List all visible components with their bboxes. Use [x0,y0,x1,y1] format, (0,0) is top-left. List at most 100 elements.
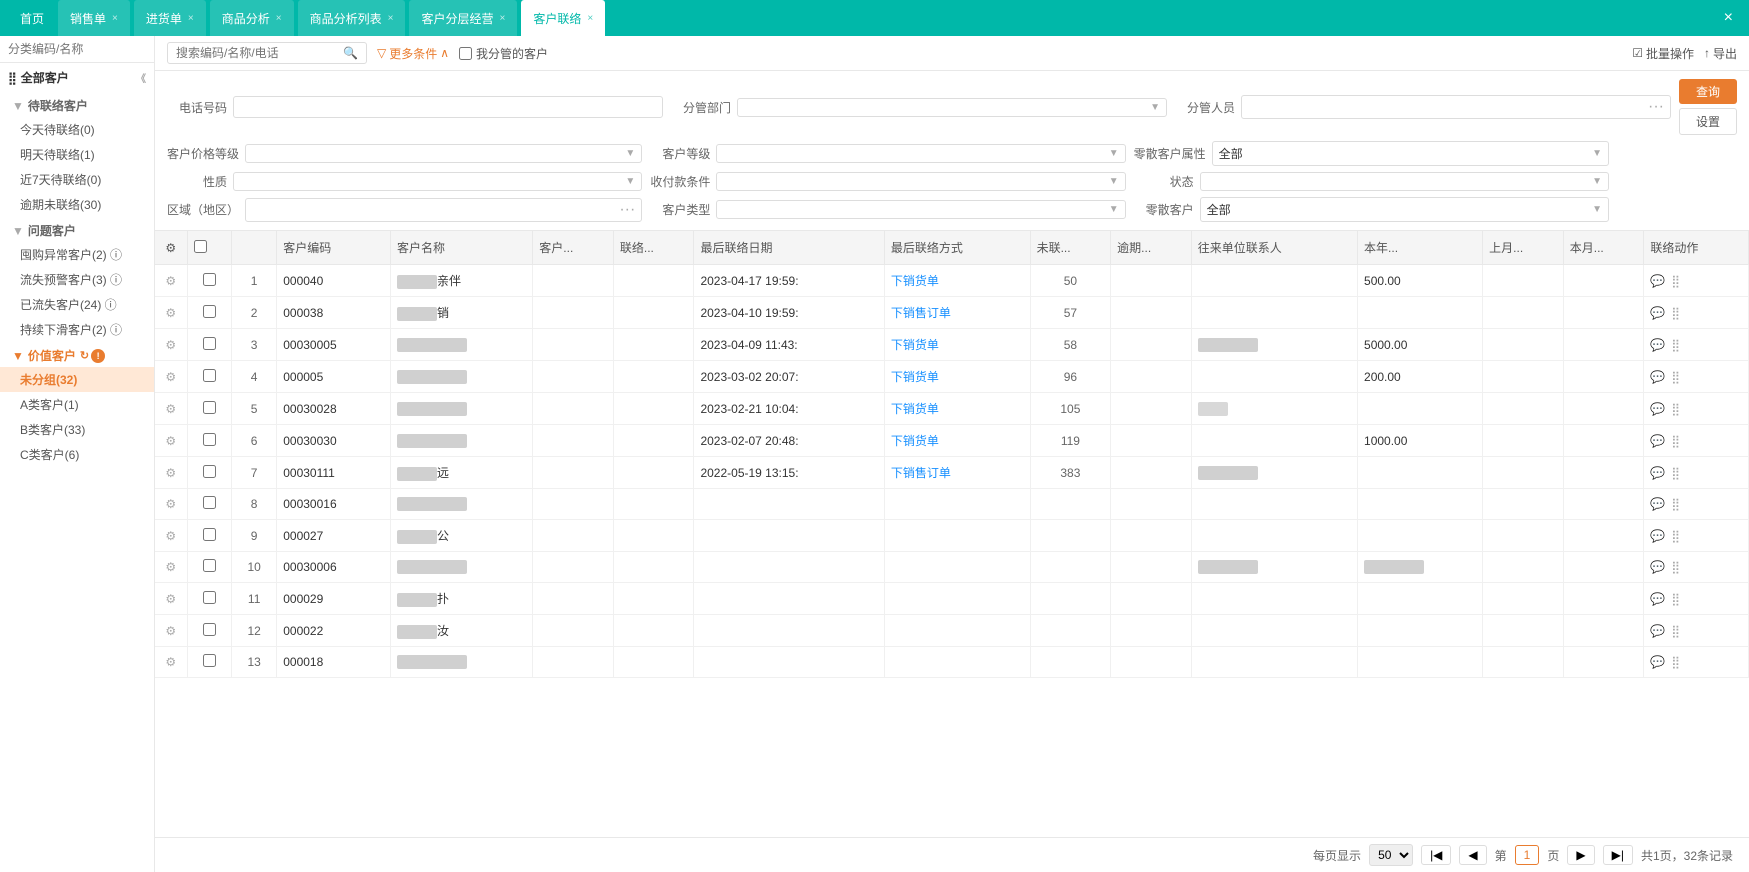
nav-home[interactable]: 首页 [8,0,56,36]
nav-tab-customer-mgmt[interactable]: 客户分层经营 × [409,0,517,36]
cell-checkbox[interactable] [187,552,232,583]
cell-action[interactable]: 💬 ⣿ [1644,265,1749,297]
select-all-checkbox[interactable] [194,240,207,253]
tab-close-purchase[interactable]: × [188,13,194,24]
chat-icon[interactable]: 💬 [1650,529,1665,543]
row-checkbox[interactable] [203,401,216,414]
chat-icon[interactable]: 💬 [1650,655,1665,669]
reset-button[interactable]: 设置 [1679,108,1737,135]
cell-checkbox[interactable] [187,297,232,329]
cell-action[interactable]: 💬 ⣿ [1644,329,1749,361]
row-checkbox[interactable] [203,337,216,350]
cell-gear[interactable]: ⚙ [155,615,187,647]
row-checkbox[interactable] [203,305,216,318]
grid-action-icon[interactable]: ⣿ [1671,497,1680,511]
grid-action-icon[interactable]: ⣿ [1671,274,1680,288]
col-code[interactable]: 客户编码 [277,231,391,265]
cell-gear[interactable]: ⚙ [155,425,187,457]
cell-last-method[interactable]: 下销货单 [884,361,1030,393]
row-checkbox[interactable] [203,273,216,286]
sidebar-group-pending[interactable]: ▼ 待联络客户 [0,92,154,117]
cell-last-method[interactable]: 下销货单 [884,393,1030,425]
prev-page-btn[interactable]: ◀ [1459,845,1486,865]
row-checkbox[interactable] [203,465,216,478]
cell-checkbox[interactable] [187,489,232,520]
cell-last-method[interactable] [884,647,1030,678]
phone-input[interactable] [233,96,663,118]
grid-action-icon[interactable]: ⣿ [1671,624,1680,638]
cell-last-method[interactable] [884,520,1030,552]
tab-close-sales[interactable]: × [112,13,118,24]
cell-last-method[interactable]: 下销售订单 [884,457,1030,489]
query-button[interactable]: 查询 [1679,79,1737,104]
cell-checkbox[interactable] [187,520,232,552]
last-page-btn[interactable]: ▶| [1603,845,1633,865]
cell-checkbox[interactable] [187,361,232,393]
cell-action[interactable]: 💬 ⣿ [1644,583,1749,615]
row-checkbox[interactable] [203,559,216,572]
col-not-contacted[interactable]: 未联... [1030,231,1111,265]
cell-checkbox[interactable] [187,265,232,297]
nav-tab-customer-contact[interactable]: 客户联络 × [521,0,605,36]
method-link[interactable]: 下销货单 [891,370,939,384]
row-checkbox[interactable] [203,654,216,667]
col-name[interactable]: 客户名称 [391,231,533,265]
my-customers-checkbox[interactable]: 我分管的客户 [459,45,548,62]
method-link[interactable]: 下销货单 [891,402,939,416]
cell-last-method[interactable]: 下销货单 [884,265,1030,297]
cell-action[interactable]: 💬 ⣿ [1644,361,1749,393]
sidebar-item-today[interactable]: 今天待联络(0) [0,117,154,142]
nav-tab-purchase[interactable]: 进货单 × [134,0,206,36]
cell-action[interactable]: 💬 ⣿ [1644,615,1749,647]
col-last-month[interactable]: 上月... [1483,231,1564,265]
method-link[interactable]: 下销售订单 [891,466,951,480]
region-more[interactable]: ··· [619,202,635,218]
sidebar-item-declining[interactable]: 持续下滑客户(2) ⓘ [0,317,154,342]
cell-checkbox[interactable] [187,329,232,361]
col-last-date[interactable]: 最后联络日期 [694,231,884,265]
col-type[interactable]: 客户... [533,231,614,265]
col-current-year[interactable]: 本年... [1358,231,1483,265]
col-contact[interactable]: 联络... [613,231,694,265]
sidebar-item-7days[interactable]: 近7天待联络(0) [0,167,154,192]
row-checkbox[interactable] [203,496,216,509]
customer-type-select[interactable]: ▼ [716,200,1125,219]
chat-icon[interactable]: 💬 [1650,434,1665,448]
nav-tab-analysis[interactable]: 商品分析 × [210,0,294,36]
sidebar-item-class-c[interactable]: C类客户(6) [0,442,154,467]
sidebar-all-customers[interactable]: ⣿ 全部客户 《 [0,63,154,92]
dept-select[interactable]: ▼ [737,98,1167,117]
grid-action-icon[interactable]: ⣿ [1671,370,1680,384]
cell-checkbox[interactable] [187,457,232,489]
row-checkbox[interactable] [203,369,216,382]
chat-icon[interactable]: 💬 [1650,370,1665,384]
col-company-contact[interactable]: 往来单位联系人 [1191,231,1357,265]
cell-action[interactable]: 💬 ⣿ [1644,297,1749,329]
cell-gear[interactable]: ⚙ [155,329,187,361]
batch-operation-btn[interactable]: ☑ 批量操作 [1632,45,1694,62]
col-action[interactable]: 联络动作 [1644,231,1749,265]
cell-gear[interactable]: ⚙ [155,361,187,393]
sidebar-item-tomorrow[interactable]: 明天待联络(1) [0,142,154,167]
sidebar-item-ungrouped[interactable]: 未分组(32) [0,367,154,392]
more-conditions-btn[interactable]: ▽ 更多条件 ∧ [377,45,449,62]
cell-checkbox[interactable] [187,425,232,457]
cell-action[interactable]: 💬 ⣿ [1644,393,1749,425]
next-page-btn[interactable]: ▶ [1567,845,1594,865]
chat-icon[interactable]: 💬 [1650,274,1665,288]
method-link[interactable]: 下销货单 [891,434,939,448]
grid-action-icon[interactable]: ⣿ [1671,466,1680,480]
payment-select[interactable]: ▼ [716,172,1125,191]
sidebar-item-class-b[interactable]: B类客户(33) [0,417,154,442]
cell-checkbox[interactable] [187,393,232,425]
cell-action[interactable]: 💬 ⣿ [1644,552,1749,583]
tab-close-analysis-list[interactable]: × [388,13,394,24]
customer-level-select[interactable]: ▼ [716,144,1125,163]
cell-action[interactable]: 💬 ⣿ [1644,457,1749,489]
cell-gear[interactable]: ⚙ [155,583,187,615]
chat-icon[interactable]: 💬 [1650,338,1665,352]
sidebar-item-churned[interactable]: 已流失客户(24) ⓘ [0,292,154,317]
chat-icon[interactable]: 💬 [1650,560,1665,574]
price-level-select[interactable]: ▼ [245,144,642,163]
row-checkbox[interactable] [203,623,216,636]
